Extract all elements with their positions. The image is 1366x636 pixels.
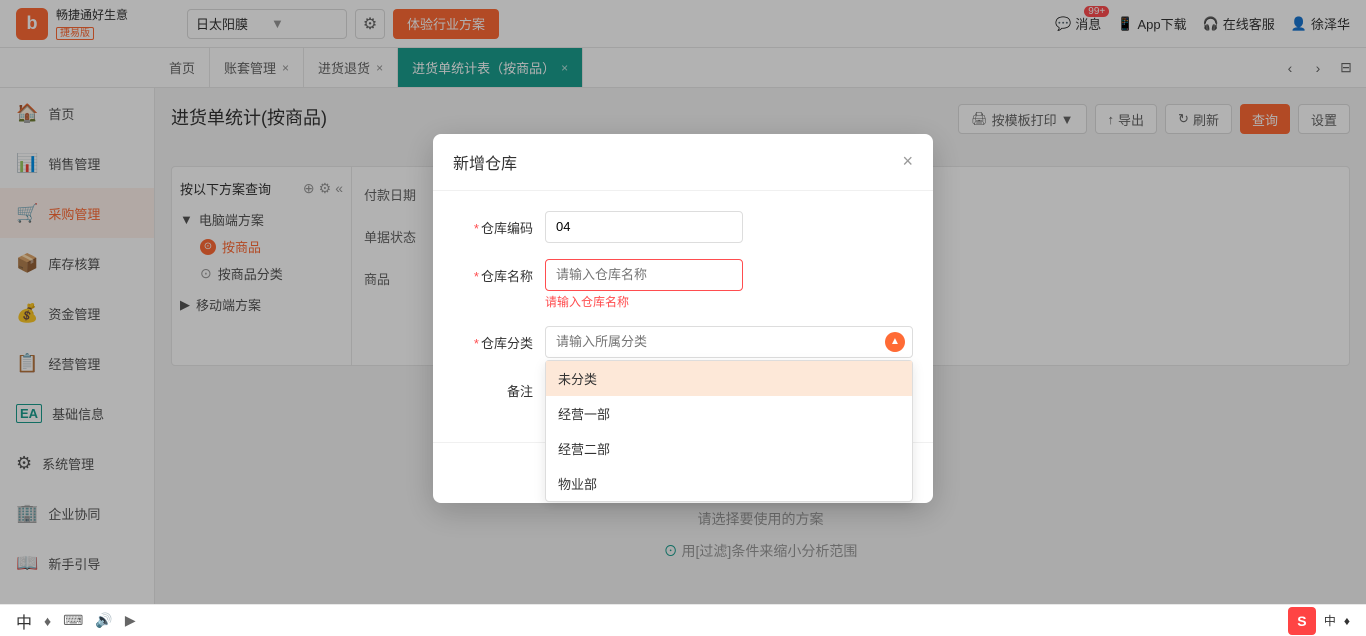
- form-row-code: 仓库编码: [453, 211, 913, 243]
- dropdown-item-0[interactable]: 未分类: [546, 361, 912, 396]
- warehouse-code-wrap: [545, 211, 913, 243]
- dropdown-item-2[interactable]: 经营二部: [546, 431, 912, 466]
- modal-new-warehouse: 新增仓库 × 仓库编码 仓库名称 请输入仓库名称 仓库分类: [433, 134, 933, 503]
- modal-title: 新增仓库: [453, 150, 517, 174]
- warehouse-name-label: 仓库名称: [453, 259, 533, 285]
- modal-close-button[interactable]: ×: [902, 151, 913, 172]
- warehouse-code-label: 仓库编码: [453, 211, 533, 237]
- sound-icon[interactable]: ♦: [44, 613, 51, 629]
- s-brand-icon: S: [1288, 607, 1316, 635]
- chinese-icon[interactable]: 中: [16, 609, 32, 633]
- warehouse-category-wrap: ▲ 未分类 经营一部 经营二部 物业部: [545, 326, 913, 358]
- form-row-name: 仓库名称 请输入仓库名称: [453, 259, 913, 310]
- warehouse-name-wrap: 请输入仓库名称: [545, 259, 913, 310]
- brand-text2: ♦: [1344, 614, 1350, 628]
- keyboard-icon[interactable]: ⌨: [63, 612, 83, 629]
- dropdown-item-3[interactable]: 物业部: [546, 466, 912, 501]
- remark-label: 备注: [453, 374, 533, 400]
- warehouse-category-label: 仓库分类: [453, 326, 533, 352]
- bottom-bar: 中 ♦ ⌨ 🔊 ▶ S 中 ♦: [0, 604, 1366, 636]
- modal-header: 新增仓库 ×: [433, 134, 933, 191]
- brand-logo-area: S 中 ♦: [1288, 607, 1350, 635]
- modal-body: 仓库编码 仓库名称 请输入仓库名称 仓库分类 ▲: [433, 191, 933, 442]
- warehouse-name-error: 请输入仓库名称: [545, 293, 913, 310]
- volume-icon[interactable]: 🔊: [95, 612, 112, 629]
- form-row-category: 仓库分类 ▲ 未分类 经营一部 经营二部 物业部: [453, 326, 913, 358]
- dropdown-item-1[interactable]: 经营一部: [546, 396, 912, 431]
- warehouse-code-input[interactable]: [545, 211, 743, 243]
- play-icon[interactable]: ▶: [125, 612, 136, 629]
- warehouse-name-input[interactable]: [545, 259, 743, 291]
- modal-overlay[interactable]: 新增仓库 × 仓库编码 仓库名称 请输入仓库名称 仓库分类: [0, 0, 1366, 636]
- category-arrow-icon[interactable]: ▲: [885, 332, 905, 352]
- brand-text: 中: [1324, 612, 1336, 629]
- category-dropdown: 未分类 经营一部 经营二部 物业部: [545, 360, 913, 502]
- warehouse-category-input[interactable]: [545, 326, 913, 358]
